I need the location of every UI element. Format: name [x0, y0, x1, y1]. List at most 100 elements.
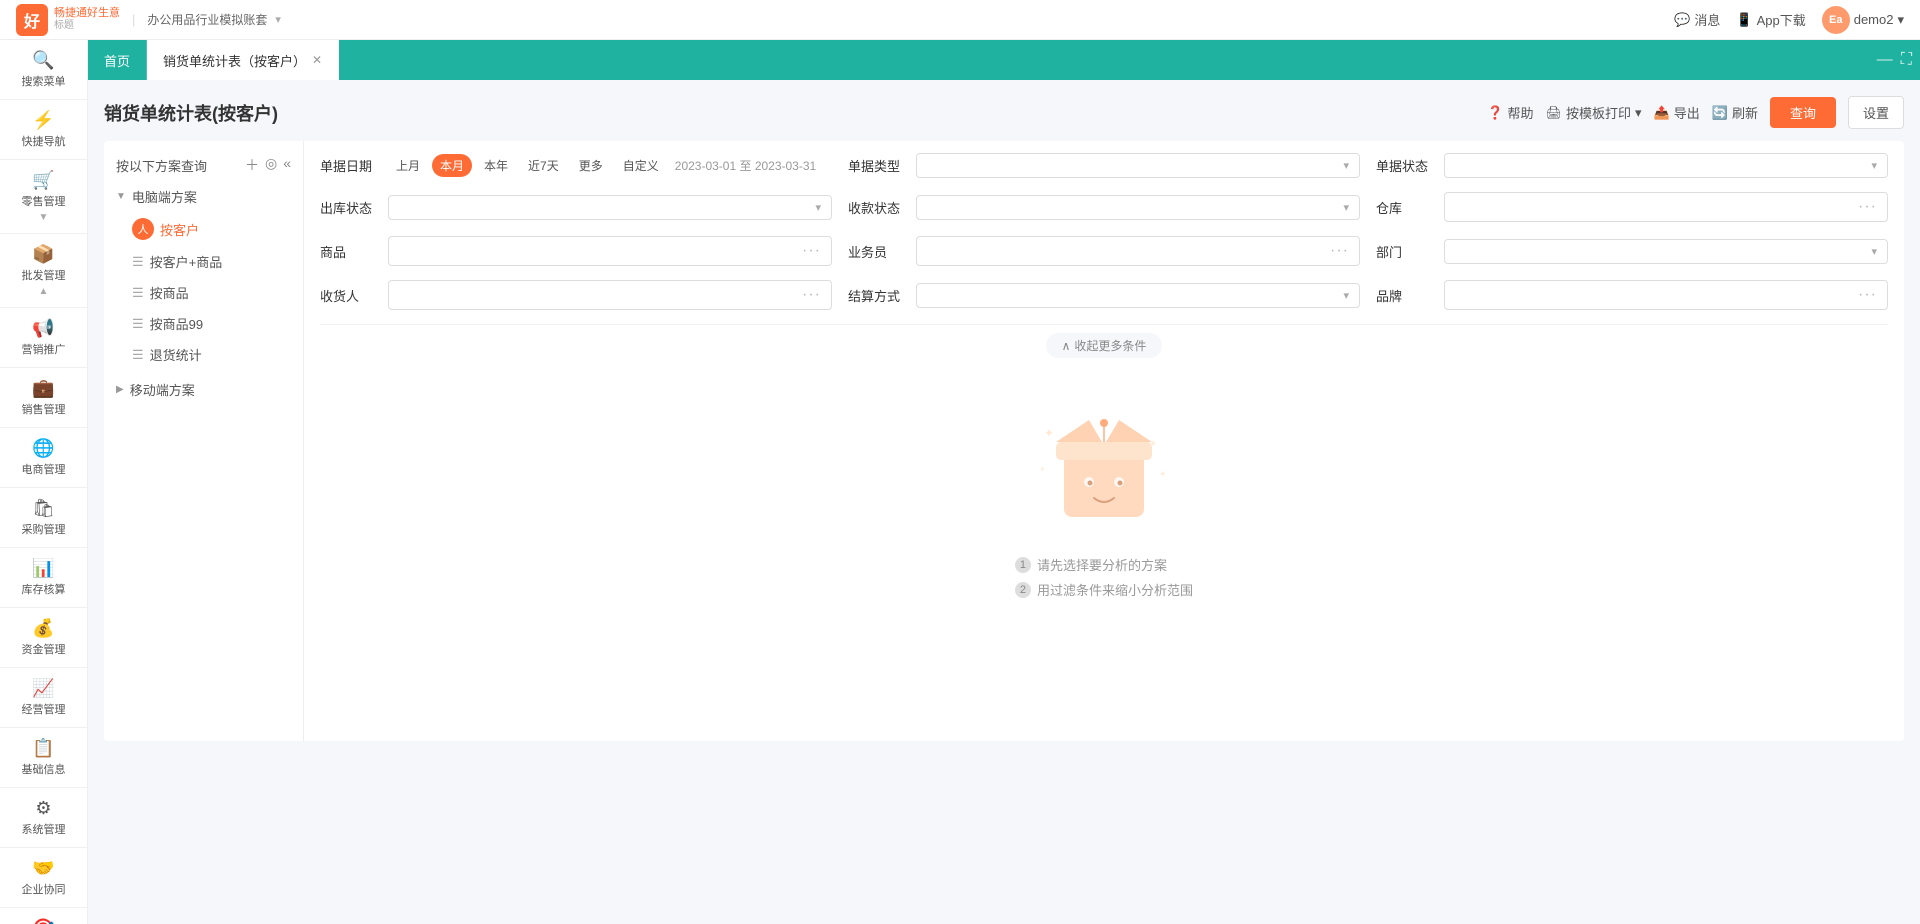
- scheme-collapse-icon[interactable]: «: [283, 155, 291, 175]
- tab-minimize-icon[interactable]: —: [1877, 51, 1893, 69]
- sidebar-item-retail[interactable]: 🛒 零售管理 ▼: [0, 160, 87, 234]
- sidebar-item-ecom[interactable]: 🌐 电商管理: [0, 428, 87, 488]
- sidebar-item-system[interactable]: ⚙ 系统管理: [0, 788, 87, 848]
- receipt-status-arrow-icon: ▾: [1343, 201, 1349, 214]
- receiver-select[interactable]: ···: [388, 280, 832, 310]
- scheme-group-desktop-title[interactable]: ▼ 电脑端方案: [104, 181, 303, 212]
- settings-button[interactable]: 设置: [1848, 96, 1904, 129]
- filter-panel: 单据日期 上月 本月 本年 近7天 更多 自定义 2023-03-01 至 20…: [304, 141, 1904, 741]
- sidebar-item-operation[interactable]: 📈 经营管理: [0, 668, 87, 728]
- collapse-button[interactable]: ∧ 收起更多条件: [1046, 333, 1163, 358]
- sidebar-item-new-guide[interactable]: 🎯 新手引导: [0, 908, 87, 924]
- tab-close-icon[interactable]: ✕: [312, 53, 322, 67]
- export-button[interactable]: 📤 导出: [1654, 103, 1700, 122]
- filter-label-date: 单据日期: [320, 156, 380, 175]
- date-tab-last-month[interactable]: 上月: [388, 154, 428, 177]
- page-actions: ❓ 帮助 🖨 按模板打印 ▾ 📤 导出 🔄: [1487, 96, 1904, 129]
- new-guide-icon: 🎯: [4, 918, 83, 924]
- quick-nav-icon: ⚡: [4, 110, 83, 131]
- scheme-item-label: 按客户+商品: [150, 252, 223, 271]
- scheme-item-return-stat[interactable]: ☰ 退货统计: [124, 339, 303, 370]
- breadcrumb-dropdown-icon[interactable]: ▾: [275, 13, 281, 26]
- message-icon: 💬: [1674, 12, 1690, 28]
- user-menu[interactable]: Ea demo2 ▾: [1822, 6, 1904, 34]
- sidebar-item-finance[interactable]: 💰 资金管理: [0, 608, 87, 668]
- sidebar-item-purchase[interactable]: 🛍 采购管理: [0, 488, 87, 548]
- date-tabs: 上月 本月 本年 近7天 更多 自定义 2023-03-01 至 2023-03…: [388, 154, 816, 177]
- date-tab-this-month[interactable]: 本月: [432, 154, 472, 177]
- sidebar-item-search-menu[interactable]: 🔍 搜索菜单: [0, 40, 87, 100]
- sidebar-item-quick-nav[interactable]: ⚡ 快捷导航: [0, 100, 87, 160]
- scheme-settings-icon[interactable]: ◎: [265, 155, 277, 175]
- brand-dots[interactable]: ···: [1858, 286, 1877, 304]
- data-content: ✦ ✦ ✦ ✦ 1 请先选择要分析的方案: [320, 362, 1888, 645]
- warehouse-dots[interactable]: ···: [1858, 198, 1877, 216]
- settle-method-select[interactable]: ▾: [916, 283, 1360, 308]
- filter-cell-out-status: 出库状态 ▾: [320, 192, 832, 222]
- tab-bar: 首页 销货单统计表（按客户） ✕ — ⛶: [88, 40, 1920, 80]
- scheme-header-icons: ＋ ◎ «: [245, 155, 291, 175]
- retail-icon: 🛒: [4, 170, 83, 191]
- receipt-status-select[interactable]: ▾: [916, 195, 1360, 220]
- sidebar-item-sales[interactable]: 💼 销售管理: [0, 368, 87, 428]
- bill-status-select[interactable]: ▾: [1444, 153, 1888, 178]
- filter-cell-brand: 品牌 ···: [1376, 280, 1888, 310]
- tab-sales-stat[interactable]: 销货单统计表（按客户） ✕: [147, 40, 339, 80]
- message-button[interactable]: 💬 消息: [1674, 10, 1720, 29]
- filter-cell-bill-status: 单据状态 ▾: [1376, 153, 1888, 178]
- receiver-dots[interactable]: ···: [802, 286, 821, 304]
- filter-row-2: 出库状态 ▾ 收款状态 ▾: [320, 192, 1888, 222]
- sidebar-item-enterprise-collab[interactable]: 🤝 企业协同: [0, 848, 87, 908]
- scheme-group-mobile-title[interactable]: ▶ 移动端方案: [104, 374, 303, 405]
- product-select[interactable]: ···: [388, 236, 832, 266]
- main-layout: 🔍 搜索菜单 ⚡ 快捷导航 🛒 零售管理 ▼ 📦 批发管理 ▲ 📢 营销推广: [0, 40, 1920, 924]
- sidebar-item-basic-info[interactable]: 📋 基础信息: [0, 728, 87, 788]
- scheme-item-by-product[interactable]: ☰ 按商品: [124, 277, 303, 308]
- date-tab-last-7-days[interactable]: 近7天: [520, 154, 567, 177]
- product-dots[interactable]: ···: [802, 242, 821, 260]
- template-print-dropdown-icon: ▾: [1635, 105, 1642, 121]
- sidebar-item-marketing[interactable]: 📢 营销推广: [0, 308, 87, 368]
- svg-text:✦: ✦: [1044, 426, 1054, 440]
- download-icon: 📱: [1736, 12, 1752, 28]
- operation-icon: 📈: [4, 678, 83, 699]
- inventory-icon: 📊: [4, 558, 83, 579]
- warehouse-select[interactable]: ···: [1444, 192, 1888, 222]
- tab-home[interactable]: 首页: [88, 40, 147, 80]
- page-content: 销货单统计表(按客户) ❓ 帮助 🖨 按模板打印 ▾ 📤: [88, 80, 1920, 924]
- date-tab-more[interactable]: 更多: [571, 154, 611, 177]
- scheme-item-by-product-99[interactable]: ☰ 按商品99: [124, 308, 303, 339]
- template-print-button[interactable]: 🖨 按模板打印 ▾: [1546, 103, 1642, 122]
- brand-select[interactable]: ···: [1444, 280, 1888, 310]
- help-button[interactable]: ❓ 帮助: [1487, 103, 1533, 122]
- by-customer-product-icon: ☰: [132, 254, 144, 270]
- scheme-panel: 按以下方案查询 ＋ ◎ « ▼ 电脑端方案: [104, 141, 304, 741]
- empty-state: ✦ ✦ ✦ ✦ 1 请先选择要分析的方案: [1015, 402, 1193, 605]
- scheme-item-by-customer[interactable]: 人 按客户: [124, 212, 303, 246]
- query-button[interactable]: 查询: [1770, 97, 1836, 128]
- date-tab-this-year[interactable]: 本年: [476, 154, 516, 177]
- sidebar-item-inventory[interactable]: 📊 库存核算: [0, 548, 87, 608]
- sidebar-item-label: 批发管理: [4, 267, 83, 283]
- app-download-button[interactable]: 📱 App下载: [1736, 10, 1805, 29]
- logo-area: 好 畅捷通好生意 标题: [16, 4, 120, 36]
- scheme-item-by-customer-product[interactable]: ☰ 按客户+商品: [124, 246, 303, 277]
- sidebar-item-label: 经营管理: [4, 701, 83, 717]
- help-icon: ❓: [1487, 105, 1503, 121]
- refresh-button[interactable]: 🔄 刷新: [1712, 103, 1758, 122]
- return-stat-icon: ☰: [132, 347, 144, 363]
- filter-cell-bill-type: 单据类型 ▾: [848, 153, 1360, 178]
- tip-text-2: 用过滤条件来缩小分析范围: [1037, 580, 1193, 599]
- salesperson-select[interactable]: ···: [916, 236, 1360, 266]
- bill-type-select[interactable]: ▾: [916, 153, 1360, 178]
- out-status-select[interactable]: ▾: [388, 195, 832, 220]
- date-tab-custom[interactable]: 自定义: [615, 154, 667, 177]
- department-select[interactable]: ▾: [1444, 239, 1888, 264]
- tab-maximize-icon[interactable]: ⛶: [1901, 51, 1912, 69]
- scheme-add-icon[interactable]: ＋: [245, 155, 259, 175]
- salesperson-dots[interactable]: ···: [1330, 242, 1349, 260]
- bill-status-arrow-icon: ▾: [1871, 159, 1877, 172]
- sidebar-item-label: 系统管理: [4, 821, 83, 837]
- sidebar-item-wholesale[interactable]: 📦 批发管理 ▲: [0, 234, 87, 308]
- filter-label-brand: 品牌: [1376, 286, 1436, 305]
